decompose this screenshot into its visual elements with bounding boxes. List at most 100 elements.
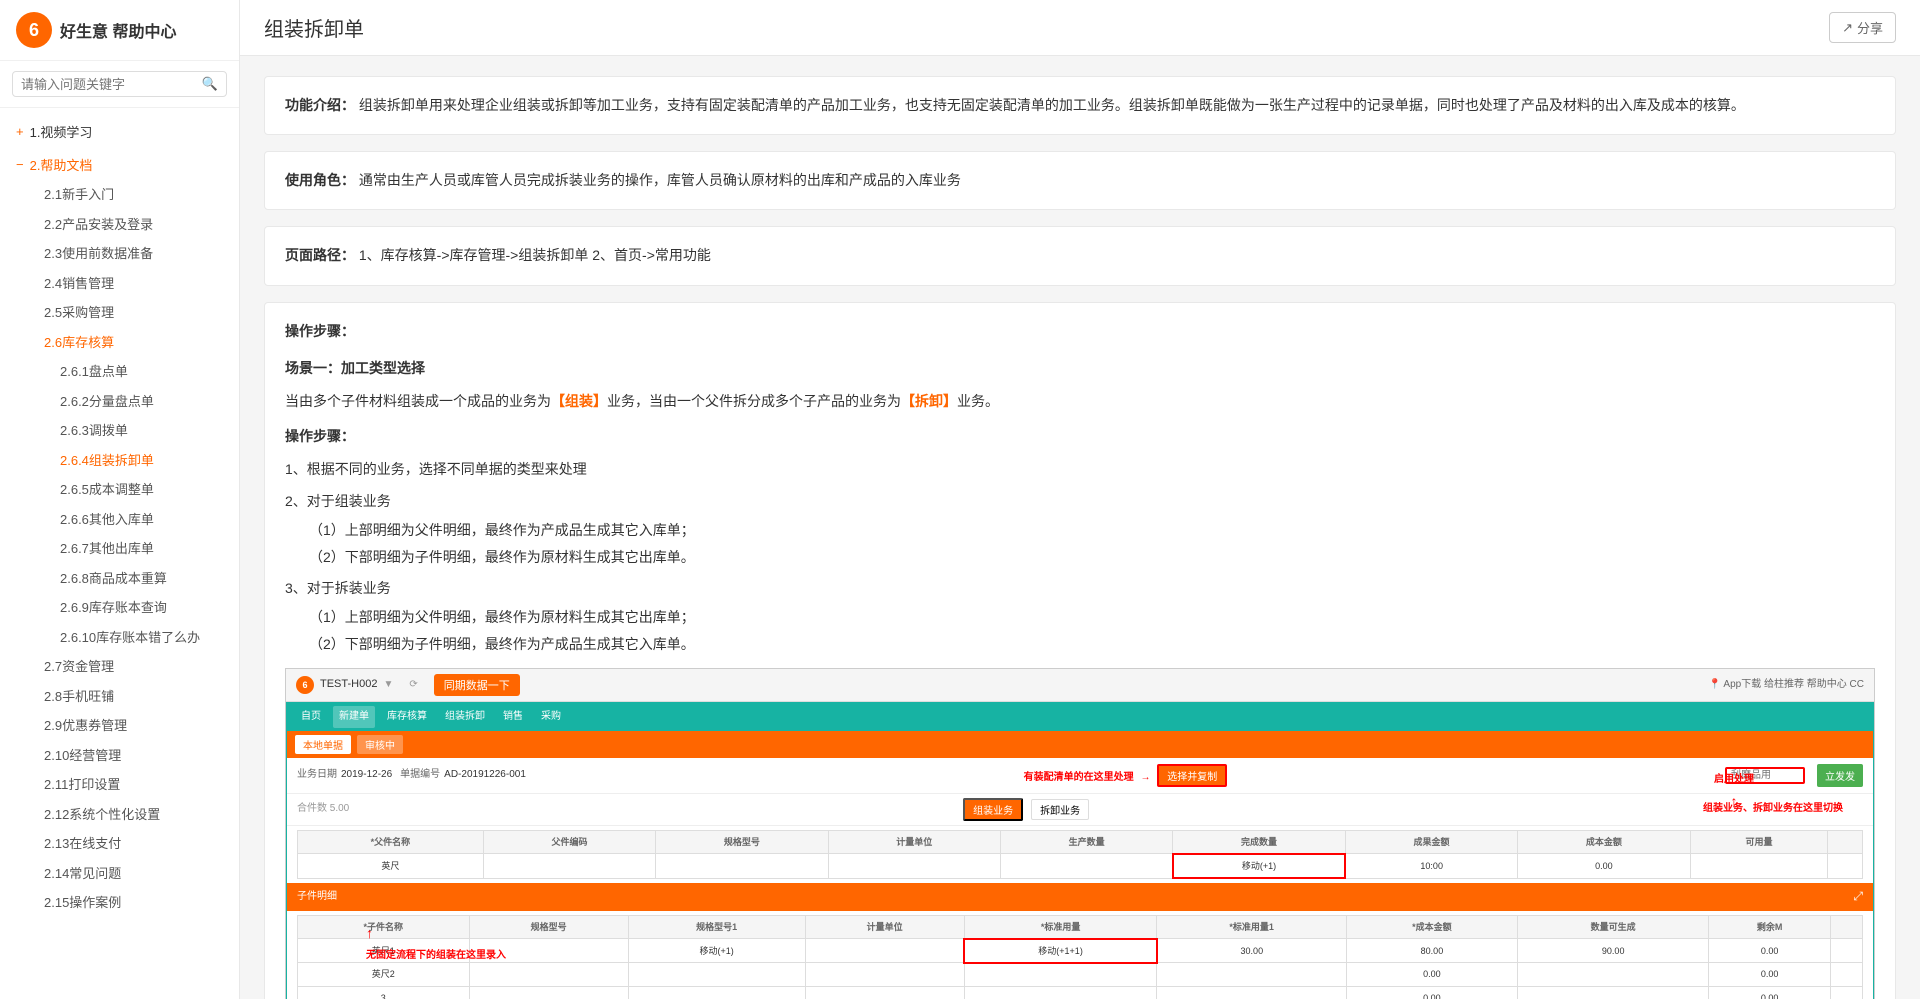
sidebar-item-2-6-6[interactable]: 2.6.6其他入库单 (44, 505, 239, 535)
ss-b3-c4 (964, 986, 1157, 999)
sidebar-item-2-2[interactable]: 2.2产品安装及登录 (28, 210, 239, 240)
sidebar-item-2-6-7[interactable]: 2.6.7其他出库单 (44, 534, 239, 564)
nav-section-1: + 1.视频学习 (0, 116, 239, 147)
sidebar-item-2-6-4[interactable]: 2.6.4组装拆卸单 (44, 446, 239, 476)
ss-top-cell-avail (1690, 854, 1828, 878)
ss-confirm-btn[interactable]: 立发发 (1817, 764, 1863, 787)
intro-text: 组装拆卸单用来处理企业组装或拆卸等加工业务，支持有固定装配清单的产品加工业务，也… (359, 97, 1745, 113)
ss-nav-purchase[interactable]: 采购 (535, 706, 567, 728)
share-button[interactable]: ↗ 分享 (1829, 12, 1896, 43)
screenshot-topbar: 6 TEST-H002 ▼ ⟳ 同期数据一下 📍 App下载 给柱推荐 帮助中心… (286, 669, 1874, 702)
ss-icons-right: 📍 App下载 给柱推荐 帮助中心 CC (1709, 676, 1864, 694)
nav-section-2: − 2.帮助文档 2.1新手入门 2.2产品安装及登录 2.3使用前数据准备 2… (0, 149, 239, 918)
nav-sub-sub-list-2-6: 2.6.1盘点单 2.6.2分量盘点单 2.6.3调拨单 2.6.4组装拆卸单 … (28, 357, 239, 652)
ss-date-group: 业务日期 2019-12-26 (297, 764, 392, 787)
ss-arrow-right: → (1140, 772, 1150, 783)
ss-nav-newbill[interactable]: 新建单 (333, 706, 375, 728)
intro-label: 功能介绍： (285, 97, 355, 113)
ss-th-result: 成果金额 (1345, 830, 1517, 854)
sidebar-item-2-11[interactable]: 2.11打印设置 (28, 770, 239, 800)
search-input[interactable] (21, 77, 202, 92)
ss-b2-cost: 0.00 (1346, 963, 1518, 986)
ops-card: 操作步骤： 场景一：加工类型选择 当由多个子件材料组装成一个成品的业务为【组装】… (264, 302, 1896, 999)
step2-sub1: （1）上部明细为父件明细，最终作为产成品生成其它入库单； (309, 518, 1875, 543)
ss-tab-local[interactable]: 本地单据 (295, 735, 351, 754)
path-label: 页面路径： (285, 247, 355, 263)
ss-danhao-value: AD-20191226-001 (444, 766, 526, 784)
ss-section-dismantle[interactable]: 拆卸业务 (1031, 799, 1089, 820)
ss-date-value: 2019-12-26 (341, 766, 392, 784)
ss-nav-sales[interactable]: 销售 (497, 706, 529, 728)
sidebar-item-2-7[interactable]: 2.7资金管理 (28, 652, 239, 682)
sidebar-item-2-14[interactable]: 2.14常见问题 (28, 859, 239, 889)
screenshot-wrapper: 6 TEST-H002 ▼ ⟳ 同期数据一下 📍 App下载 给柱推荐 帮助中心… (285, 668, 1875, 999)
ss-nav-assemble[interactable]: 组装拆卸 (439, 706, 491, 728)
sidebar-item-2-15[interactable]: 2.15操作案例 (28, 888, 239, 918)
ss-b3-c2 (628, 986, 805, 999)
ss-remark-text: 有装配清单的在这里处理 (1024, 772, 1134, 783)
sidebar: 6 好生意 帮助中心 🔍 + 1.视频学习 − 2.帮助文档 2.1新手入门 2… (0, 0, 240, 999)
sidebar-item-2-6-9[interactable]: 2.6.9库存账本查询 (44, 593, 239, 623)
ss-bth-remain: 剩余M (1709, 915, 1831, 939)
sidebar-item-2-6-3[interactable]: 2.6.3调拨单 (44, 416, 239, 446)
role-label: 使用角色： (285, 172, 355, 188)
ss-th-unit: 计量单位 (828, 830, 1000, 854)
nav-sub-list-2: 2.1新手入门 2.2产品安装及登录 2.3使用前数据准备 2.4销售管理 2.… (0, 180, 239, 918)
ss-th-cost: 成本金额 (1518, 830, 1690, 854)
step2-sub2: （2）下部明细为子件明细，最终作为原材料生成其它出库单。 (309, 545, 1875, 570)
path-text: 1、库存核算->库存管理->组装拆卸单 2、首页->常用功能 (359, 247, 711, 263)
sidebar-item-section1[interactable]: + 1.视频学习 (0, 116, 239, 147)
ss-b3-c5 (1157, 986, 1346, 999)
ss-bottom-row-3: 3 0.000.00 (298, 986, 1863, 999)
sidebar-item-2-9[interactable]: 2.9优惠券管理 (28, 711, 239, 741)
main-header: 组装拆卸单 ↗ 分享 (240, 0, 1920, 56)
sidebar-item-section2[interactable]: − 2.帮助文档 (0, 149, 239, 180)
ss-top-cell-code (483, 854, 655, 878)
sidebar-item-2-8[interactable]: 2.8手机旺铺 (28, 682, 239, 712)
ss-bth-spec1: 规格型号1 (628, 915, 805, 939)
sidebar-item-2-6-8[interactable]: 2.6.8商品成本重算 (44, 564, 239, 594)
sidebar-item-2-6-1[interactable]: 2.6.1盘点单 (44, 357, 239, 387)
step3: 3、对于拆装业务 (285, 576, 1875, 601)
ss-b3-cost: 0.00 (1346, 986, 1518, 999)
sidebar-item-2-13[interactable]: 2.13在线支付 (28, 829, 239, 859)
sidebar-item-2-6[interactable]: 2.6库存核算 (28, 328, 239, 358)
ss-b2-c5 (1157, 963, 1346, 986)
ss-bottom-table-area: *子件名称 规格型号 规格型号1 计量单位 *标准用量 *标准用量1 *成本金额… (287, 911, 1873, 999)
ss-date-label: 业务日期 (297, 766, 337, 784)
sidebar-item-2-6-2[interactable]: 2.6.2分量盘点单 (44, 387, 239, 417)
ss-nav-home[interactable]: 自页 (295, 706, 327, 728)
minus-icon: − (16, 157, 24, 172)
sidebar-item-2-5[interactable]: 2.5采购管理 (28, 298, 239, 328)
sidebar-item-2-6-5[interactable]: 2.6.5成本调整单 (44, 475, 239, 505)
sidebar-item-2-6-10[interactable]: 2.6.10库存账本错了么办 (44, 623, 239, 653)
ss-topbtn[interactable]: 同期数据一下 (434, 674, 520, 696)
ss-section-assemble[interactable]: 组装业务 (963, 798, 1023, 821)
main: 组装拆卸单 ↗ 分享 功能介绍： 组装拆卸单用来处理企业组装或拆卸等加工业务，支… (240, 0, 1920, 999)
ss-b3-qty (1518, 986, 1709, 999)
sidebar-item-2-12[interactable]: 2.12系统个性化设置 (28, 800, 239, 830)
ss-tab-review[interactable]: 审核中 (357, 735, 403, 754)
ss-action-btn[interactable]: 选择并复制 (1157, 764, 1227, 787)
sidebar-item-2-10[interactable]: 2.10经营管理 (28, 741, 239, 771)
ss-bth-unit: 计量单位 (805, 915, 964, 939)
ss-th-spec: 规格型号 (656, 830, 828, 854)
sidebar-item-2-1[interactable]: 2.1新手入门 (28, 180, 239, 210)
ss-bth-qty: 数量可生成 (1518, 915, 1709, 939)
ss-tab-count: 合件数 5.00 (297, 800, 349, 818)
ss-b1-cost: 80.00 (1346, 939, 1518, 963)
ss-bth-cost: *成本金额 (1346, 915, 1518, 939)
search-area: 🔍 (0, 61, 239, 108)
sidebar-item-2-3[interactable]: 2.3使用前数据准备 (28, 239, 239, 269)
ss-th-parent-name: *父件名称 (298, 830, 484, 854)
search-icon: 🔍 (202, 76, 218, 92)
ss-nav-inventory[interactable]: 库存核算 (381, 706, 433, 728)
ss-refresh-icon: ⟳ (409, 676, 417, 694)
ss-form-area: 业务日期 2019-12-26 单据编号 AD-20191226-001 有装配… (287, 758, 1873, 794)
role-text: 通常由生产人员或库管人员完成拆装业务的操作，库管人员确认原材料的出库和产成品的入… (359, 172, 961, 188)
sidebar-item-2-4[interactable]: 2.4销售管理 (28, 269, 239, 299)
ss-top-row-1: 英尺 移动(+1) 10:00 0.00 (298, 854, 1863, 878)
ss-top-cell-result: 10:00 (1345, 854, 1517, 878)
step3-sub2: （2）下部明细为子件明细，最终作为产成品生成其它入库单。 (309, 632, 1875, 657)
content-area: 功能介绍： 组装拆卸单用来处理企业组装或拆卸等加工业务，支持有固定装配清单的产品… (240, 56, 1920, 999)
